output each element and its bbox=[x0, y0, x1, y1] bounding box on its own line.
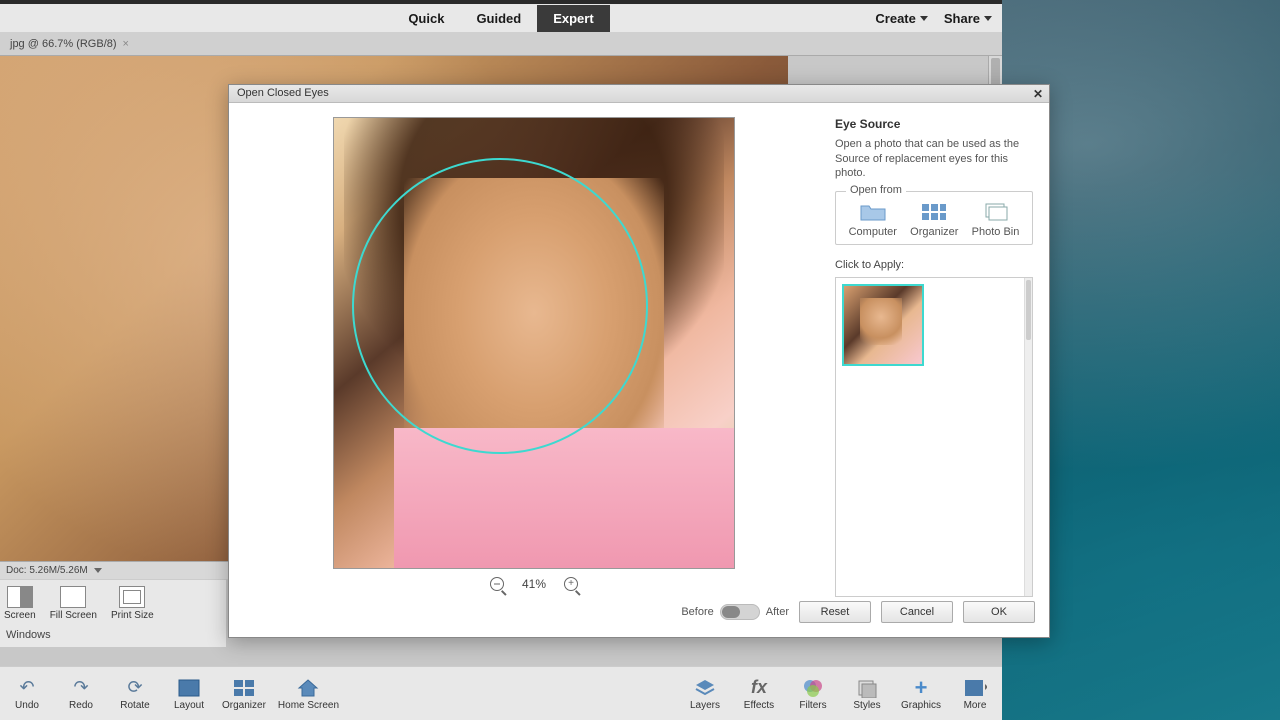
close-icon[interactable]: × bbox=[123, 38, 129, 50]
source-thumbnails bbox=[835, 277, 1033, 597]
source-thumbnail[interactable] bbox=[842, 284, 924, 366]
view-label: Screen bbox=[4, 610, 36, 621]
filters-icon bbox=[801, 677, 825, 699]
create-label: Create bbox=[875, 11, 915, 26]
cancel-button[interactable]: Cancel bbox=[881, 601, 953, 623]
home-button[interactable]: Home Screen bbox=[278, 677, 339, 711]
caret-down-icon bbox=[920, 16, 928, 21]
create-menu[interactable]: Create bbox=[875, 11, 927, 26]
rotate-button[interactable]: ⟳Rotate bbox=[114, 677, 156, 711]
share-label: Share bbox=[944, 11, 980, 26]
styles-button[interactable]: Styles bbox=[846, 677, 888, 711]
face-detection-circle[interactable] bbox=[352, 158, 648, 454]
document-tab-label: jpg @ 66.7% (RGB/8) bbox=[10, 38, 117, 50]
home-icon bbox=[296, 677, 320, 699]
effects-button[interactable]: fxEffects bbox=[738, 677, 780, 711]
tab-quick[interactable]: Quick bbox=[392, 5, 460, 32]
dialog-titlebar[interactable]: Open Closed Eyes ✕ bbox=[229, 85, 1049, 103]
dialog-title-text: Open Closed Eyes bbox=[237, 87, 329, 99]
caret-down-icon bbox=[984, 16, 992, 21]
more-button[interactable]: More bbox=[954, 677, 996, 711]
windows-label[interactable]: Windows bbox=[0, 627, 226, 647]
view-label: Print Size bbox=[111, 610, 154, 621]
before-after-toggle[interactable] bbox=[720, 604, 760, 620]
styles-icon bbox=[855, 677, 879, 699]
view-fill-button[interactable]: Fill Screen bbox=[50, 586, 97, 621]
organizer-button[interactable]: Organizer bbox=[222, 677, 266, 711]
layout-icon bbox=[177, 677, 201, 699]
redo-button[interactable]: ↷Redo bbox=[60, 677, 102, 711]
dropdown-icon[interactable] bbox=[94, 568, 102, 573]
after-label: After bbox=[766, 606, 789, 618]
doc-size-readout: Doc: 5.26M/5.26M bbox=[6, 565, 102, 576]
zoom-in-icon[interactable] bbox=[564, 577, 578, 591]
document-tab-bar: jpg @ 66.7% (RGB/8) × bbox=[0, 32, 1002, 56]
mode-tab-bar: Quick Guided Expert Create Share bbox=[0, 4, 1002, 32]
open-from-computer[interactable]: Computer bbox=[849, 202, 897, 238]
open-from-organizer[interactable]: Organizer bbox=[910, 202, 958, 238]
reset-button[interactable]: Reset bbox=[799, 601, 871, 623]
effects-icon: fx bbox=[747, 677, 771, 699]
thumbnail-scrollbar[interactable] bbox=[1024, 278, 1032, 596]
layout-button[interactable]: Layout bbox=[168, 677, 210, 711]
undo-icon: ↶ bbox=[15, 677, 39, 699]
preview-image[interactable] bbox=[333, 117, 735, 569]
tab-guided[interactable]: Guided bbox=[460, 5, 537, 32]
screen-icon bbox=[7, 586, 33, 608]
open-from-fieldset: Open from Computer Organizer Photo Bin bbox=[835, 191, 1033, 245]
folder-icon bbox=[859, 202, 887, 222]
zoom-level: 41% bbox=[522, 577, 546, 591]
open-closed-eyes-dialog: Open Closed Eyes ✕ 41% Eye Source Open a… bbox=[228, 84, 1050, 638]
open-from-photo-bin[interactable]: Photo Bin bbox=[972, 202, 1020, 238]
organizer-icon bbox=[232, 677, 256, 699]
close-button[interactable]: ✕ bbox=[1031, 87, 1045, 101]
layers-icon bbox=[693, 677, 717, 699]
eye-source-description: Open a photo that can be used as the Sou… bbox=[835, 137, 1033, 182]
zoom-out-icon[interactable] bbox=[490, 577, 504, 591]
more-icon bbox=[963, 677, 987, 699]
redo-icon: ↷ bbox=[69, 677, 93, 699]
view-print-button[interactable]: Print Size bbox=[111, 586, 154, 621]
view-screen-button[interactable]: Screen bbox=[4, 586, 36, 621]
grid-icon bbox=[920, 202, 948, 222]
share-menu[interactable]: Share bbox=[944, 11, 992, 26]
before-label: Before bbox=[681, 606, 713, 618]
click-to-apply-label: Click to Apply: bbox=[835, 259, 1033, 271]
filters-button[interactable]: Filters bbox=[792, 677, 834, 711]
tab-expert[interactable]: Expert bbox=[537, 5, 609, 32]
fill-screen-icon bbox=[60, 586, 86, 608]
graphics-icon: + bbox=[909, 677, 933, 699]
bottom-toolbar: ↶Undo ↷Redo ⟳Rotate Layout Organizer Hom… bbox=[0, 666, 1002, 720]
eye-source-heading: Eye Source bbox=[835, 117, 1033, 131]
rotate-icon: ⟳ bbox=[123, 677, 147, 699]
photos-icon bbox=[982, 202, 1010, 222]
open-from-legend: Open from bbox=[846, 184, 906, 196]
view-label: Fill Screen bbox=[50, 610, 97, 621]
document-tab[interactable]: jpg @ 66.7% (RGB/8) × bbox=[4, 36, 135, 52]
layers-button[interactable]: Layers bbox=[684, 677, 726, 711]
undo-button[interactable]: ↶Undo bbox=[6, 677, 48, 711]
ok-button[interactable]: OK bbox=[963, 601, 1035, 623]
print-size-icon bbox=[119, 586, 145, 608]
graphics-button[interactable]: +Graphics bbox=[900, 677, 942, 711]
view-panel: Screen Fill Screen Print Size Windows bbox=[0, 579, 226, 647]
